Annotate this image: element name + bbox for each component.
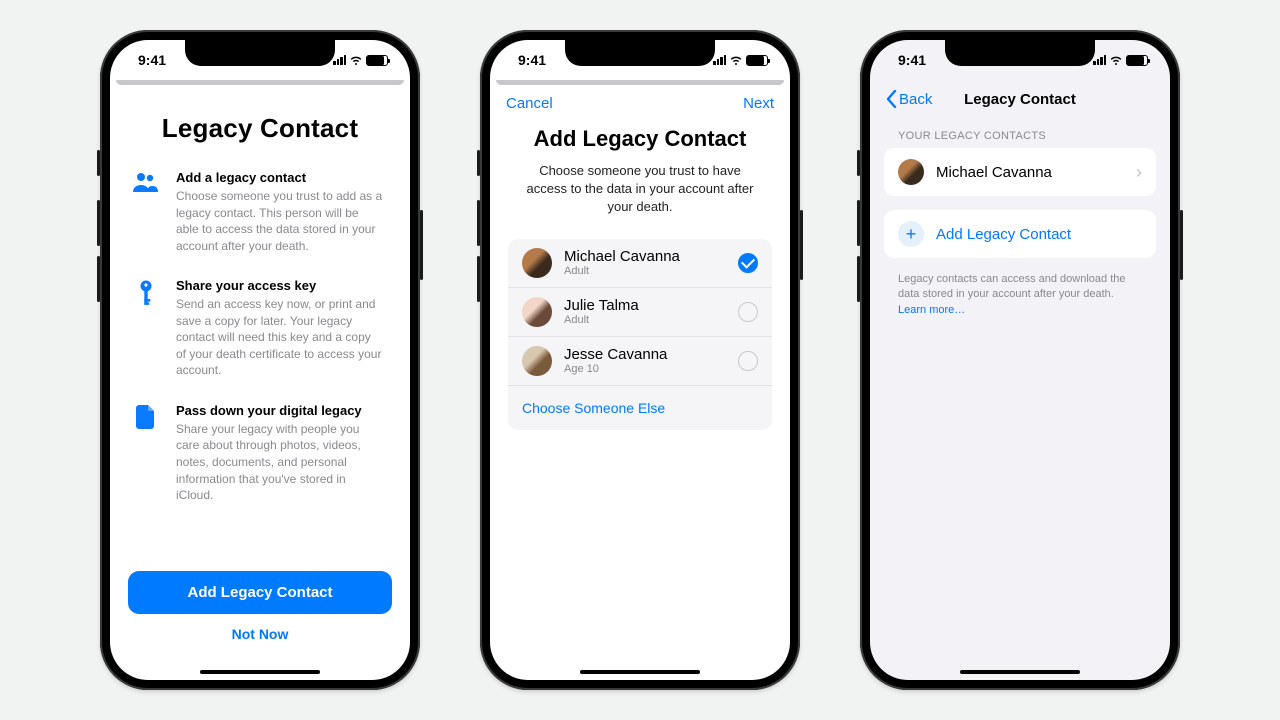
battery-icon bbox=[746, 55, 768, 66]
add-legacy-contact-row[interactable]: + Add Legacy Contact bbox=[884, 210, 1156, 258]
wifi-icon bbox=[729, 55, 743, 65]
phone-frame-1: 9:41 Legacy Contact Add a legacy contact… bbox=[100, 30, 420, 690]
person-name: Julie Talma bbox=[564, 297, 726, 314]
contact-name: Michael Cavanna bbox=[936, 164, 1124, 181]
radio-unselected-icon[interactable] bbox=[738, 351, 758, 371]
feature-desc: Send an access key now, or print and sav… bbox=[176, 296, 384, 379]
phone-frame-3: 9:41 Back Legacy Contact Your Legacy Con… bbox=[860, 30, 1180, 690]
feature-share-key: Share your access key Send an access key … bbox=[128, 278, 392, 379]
feature-title: Add a legacy contact bbox=[176, 170, 384, 185]
person-sub: Adult bbox=[564, 265, 726, 277]
learn-more-link[interactable]: Learn more… bbox=[898, 304, 965, 316]
next-button[interactable]: Next bbox=[743, 95, 774, 112]
chevron-left-icon bbox=[886, 90, 897, 108]
screen-1: 9:41 Legacy Contact Add a legacy contact… bbox=[110, 40, 410, 680]
person-sub: Adult bbox=[564, 314, 726, 326]
radio-selected-icon[interactable] bbox=[738, 253, 758, 273]
avatar bbox=[522, 248, 552, 278]
feature-title: Share your access key bbox=[176, 278, 384, 293]
document-icon bbox=[132, 403, 160, 504]
add-contact-label: Add Legacy Contact bbox=[936, 226, 1071, 243]
key-icon bbox=[132, 278, 160, 379]
choose-someone-else-button[interactable]: Choose Someone Else bbox=[508, 386, 772, 430]
plus-icon: + bbox=[898, 221, 924, 247]
screen-3: 9:41 Back Legacy Contact Your Legacy Con… bbox=[870, 40, 1170, 680]
feature-list: Add a legacy contact Choose someone you t… bbox=[128, 170, 392, 504]
person-row[interactable]: Jesse CavannaAge 10 bbox=[508, 337, 772, 386]
notch bbox=[185, 40, 335, 66]
status-time: 9:41 bbox=[138, 52, 166, 68]
radio-unselected-icon[interactable] bbox=[738, 302, 758, 322]
wifi-icon bbox=[349, 55, 363, 65]
section-header: Your Legacy Contacts bbox=[884, 116, 1156, 148]
add-legacy-contact-button[interactable]: Add Legacy Contact bbox=[128, 571, 392, 614]
cellular-icon bbox=[1093, 55, 1106, 65]
person-sub: Age 10 bbox=[564, 363, 726, 375]
page-title: Legacy Contact bbox=[128, 113, 392, 144]
wifi-icon bbox=[1109, 55, 1123, 65]
home-indicator[interactable] bbox=[200, 670, 320, 674]
person-name: Michael Cavanna bbox=[564, 248, 726, 265]
feature-digital-legacy: Pass down your digital legacy Share your … bbox=[128, 403, 392, 504]
home-indicator[interactable] bbox=[580, 670, 700, 674]
chevron-right-icon: › bbox=[1136, 162, 1142, 183]
screen-2: 9:41 Cancel Next Add Legacy Contact Choo… bbox=[490, 40, 790, 680]
notch bbox=[565, 40, 715, 66]
feature-add-contact: Add a legacy contact Choose someone you t… bbox=[128, 170, 392, 254]
feature-desc: Share your legacy with people you care a… bbox=[176, 421, 384, 504]
cancel-button[interactable]: Cancel bbox=[506, 95, 553, 112]
phone-frame-2: 9:41 Cancel Next Add Legacy Contact Choo… bbox=[480, 30, 800, 690]
people-icon bbox=[132, 170, 160, 254]
avatar bbox=[522, 346, 552, 376]
home-indicator[interactable] bbox=[960, 670, 1080, 674]
notch bbox=[945, 40, 1095, 66]
people-list: Michael CavannaAdult Julie TalmaAdult Je… bbox=[508, 239, 772, 430]
page-title: Add Legacy Contact bbox=[508, 126, 772, 152]
status-time: 9:41 bbox=[898, 52, 926, 68]
cellular-icon bbox=[333, 55, 346, 65]
battery-icon bbox=[1126, 55, 1148, 66]
person-row[interactable]: Julie TalmaAdult bbox=[508, 288, 772, 337]
battery-icon bbox=[366, 55, 388, 66]
feature-desc: Choose someone you trust to add as a leg… bbox=[176, 188, 384, 254]
cellular-icon bbox=[713, 55, 726, 65]
page-subtitle: Choose someone you trust to have access … bbox=[508, 162, 772, 217]
legacy-contact-row[interactable]: Michael Cavanna › bbox=[884, 148, 1156, 196]
status-time: 9:41 bbox=[518, 52, 546, 68]
not-now-button[interactable]: Not Now bbox=[128, 614, 392, 654]
back-label: Back bbox=[899, 91, 932, 108]
person-row[interactable]: Michael CavannaAdult bbox=[508, 239, 772, 288]
footer-text: Legacy contacts can access and download … bbox=[884, 272, 1156, 318]
feature-title: Pass down your digital legacy bbox=[176, 403, 384, 418]
person-name: Jesse Cavanna bbox=[564, 346, 726, 363]
back-button[interactable]: Back bbox=[886, 90, 932, 108]
avatar bbox=[522, 297, 552, 327]
avatar bbox=[898, 159, 924, 185]
